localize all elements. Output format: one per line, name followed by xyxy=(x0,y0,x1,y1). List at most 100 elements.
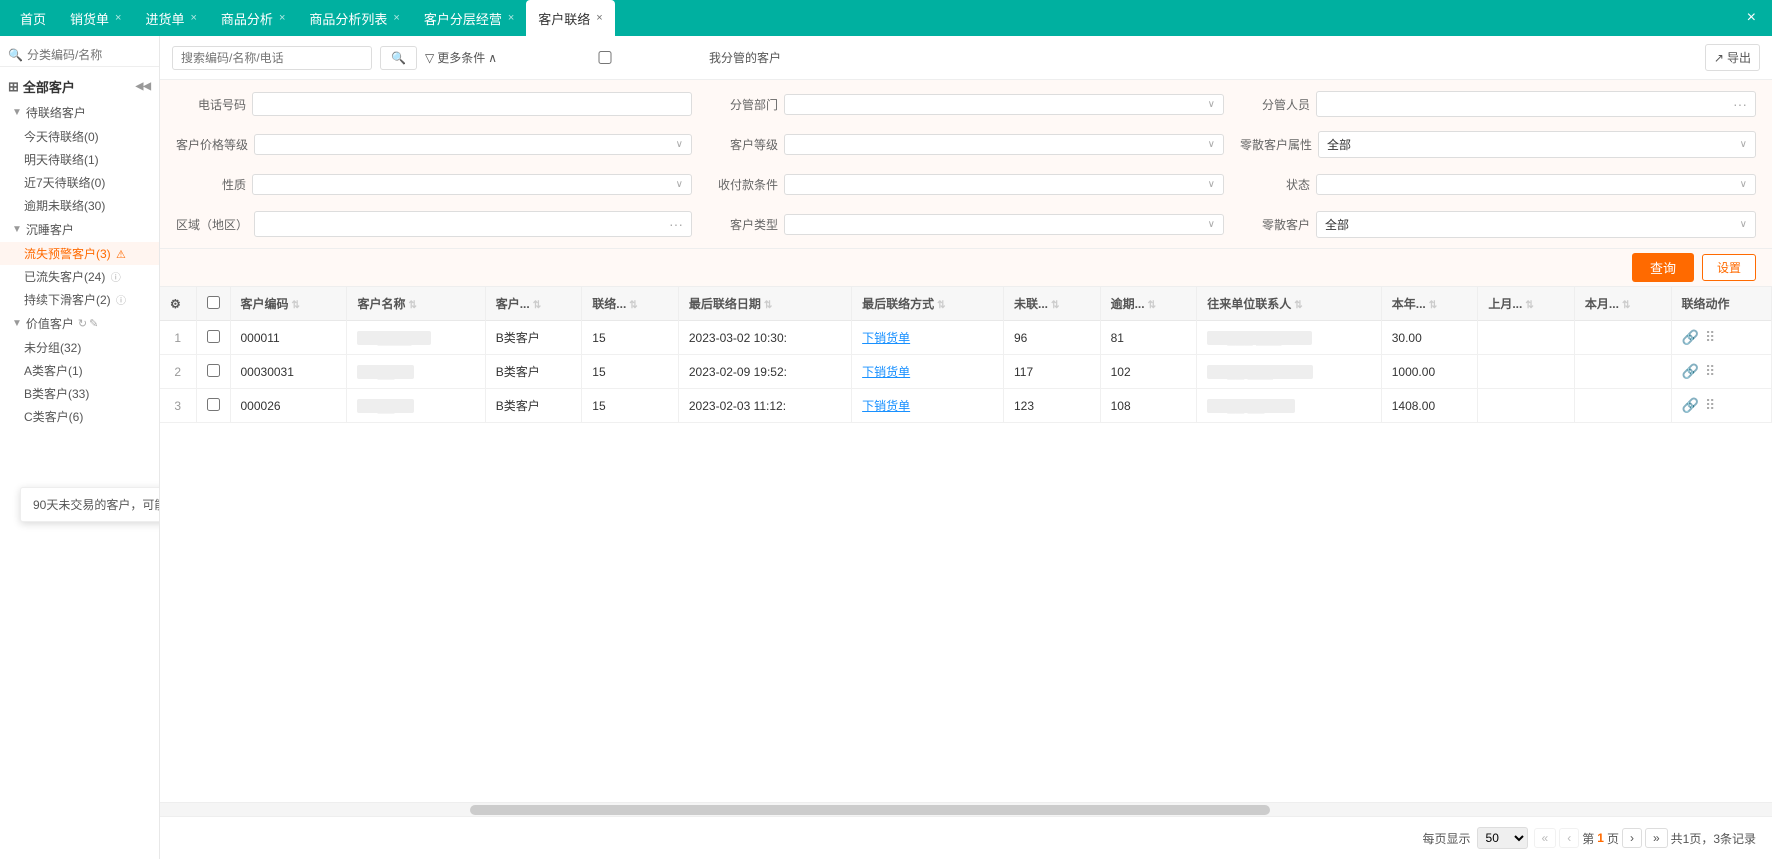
col-name[interactable]: 客户名称⇅ xyxy=(347,287,485,321)
row-last-date: 2023-02-03 11:12: xyxy=(678,389,851,423)
tab-customer-contact[interactable]: 客户联络 × xyxy=(526,0,614,36)
customer-table: ⚙ 客户编码⇅ 客户名称⇅ 客户...⇅ xyxy=(160,287,1772,423)
arrow-icon: ▼ xyxy=(12,224,22,235)
per-page-select[interactable]: 50 100 200 xyxy=(1477,827,1528,849)
link-icon[interactable]: 🔗 xyxy=(1682,363,1699,380)
last-page-btn[interactable]: » xyxy=(1645,828,1668,848)
col-contact-count[interactable]: 联络...⇅ xyxy=(582,287,679,321)
link-icon[interactable]: 🔗 xyxy=(1682,329,1699,346)
grid-icon: ⊞ xyxy=(8,79,19,95)
filter-select-customer-type[interactable]: ∨ xyxy=(784,214,1224,235)
col-this-year[interactable]: 本年...⇅ xyxy=(1381,287,1478,321)
row-checkbox[interactable] xyxy=(196,321,230,355)
filter-select-scattered[interactable]: 全部 ∨ xyxy=(1316,211,1756,238)
sidebar-item-today[interactable]: 今天待联络(0) xyxy=(0,125,159,148)
filter-select-scattered-attr[interactable]: 全部 ∨ xyxy=(1318,131,1756,158)
sidebar-item-unclassified[interactable]: 未分组(32) xyxy=(0,336,159,359)
row-last-method[interactable]: 下销货单 xyxy=(852,355,1004,389)
more-conditions-btn[interactable]: ▽ 更多条件 ∧ xyxy=(425,49,497,66)
edit-icon[interactable]: ✎ xyxy=(89,317,98,330)
tab-customer-tier[interactable]: 客户分层经营 × xyxy=(412,0,526,36)
tab-purchase[interactable]: 进货单 × xyxy=(133,0,208,36)
col-overdue[interactable]: 逾期...⇅ xyxy=(1100,287,1197,321)
filter-select-price-tier[interactable]: ∨ xyxy=(254,134,692,155)
sidebar-item-churned[interactable]: 已流失客户(24) ⓘ xyxy=(0,265,159,288)
sidebar-item-class-c[interactable]: C类客户(6) xyxy=(0,405,159,428)
sidebar-group-dormant[interactable]: ▼ 沉睡客户 xyxy=(0,217,159,242)
sidebar-item-declining[interactable]: 持续下滑客户(2) ⓘ xyxy=(0,288,159,311)
close-icon[interactable]: × xyxy=(190,12,196,24)
export-button[interactable]: ↗ 导出 xyxy=(1705,44,1760,71)
row-checkbox[interactable] xyxy=(196,355,230,389)
tab-analysis[interactable]: 商品分析 × xyxy=(209,0,297,36)
col-partner-contact[interactable]: 往来单位联系人⇅ xyxy=(1197,287,1382,321)
sidebar-search-input[interactable] xyxy=(27,48,151,62)
next-page-btn[interactable]: › xyxy=(1622,828,1642,848)
col-type[interactable]: 客户...⇅ xyxy=(485,287,582,321)
horizontal-scrollbar[interactable] xyxy=(160,802,1772,816)
close-icon[interactable]: × xyxy=(279,12,285,24)
more-icon[interactable]: ⠿ xyxy=(1705,329,1715,346)
sidebar-all-customers[interactable]: ⊞ 全部客户 ◀◀ xyxy=(0,73,159,100)
close-icon[interactable]: × xyxy=(393,12,399,24)
row-partner-contact: ██ ███ 3... xyxy=(1197,355,1382,389)
close-icon[interactable]: × xyxy=(596,12,602,24)
sidebar-group-pending[interactable]: ▼ 待联络客户 xyxy=(0,100,159,125)
col-code[interactable]: 客户编码⇅ xyxy=(230,287,347,321)
dots-icon[interactable]: ··· xyxy=(669,216,683,232)
search-icon: 🔍 xyxy=(8,48,23,62)
sidebar-item-class-b[interactable]: B类客户(33) xyxy=(0,382,159,405)
window-close-icon[interactable]: × xyxy=(1739,9,1764,27)
col-last-method[interactable]: 最后联络方式⇅ xyxy=(852,287,1004,321)
refresh-icon[interactable]: ↻ xyxy=(78,317,87,330)
filter-select-nature[interactable]: ∨ xyxy=(252,174,692,195)
sidebar-item-7days[interactable]: 近7天待联络(0) xyxy=(0,171,159,194)
info-icon: ⓘ xyxy=(116,296,126,307)
link-icon[interactable]: 🔗 xyxy=(1682,397,1699,414)
col-unlink-days[interactable]: 未联...⇅ xyxy=(1004,287,1101,321)
first-page-btn[interactable]: « xyxy=(1534,828,1557,848)
filter-input-phone[interactable] xyxy=(252,92,692,116)
col-settings[interactable]: ⚙ xyxy=(160,287,196,321)
close-icon[interactable]: × xyxy=(508,12,514,24)
tab-sales[interactable]: 销货单 × xyxy=(58,0,133,36)
per-page-label: 每页显示 xyxy=(1423,830,1471,847)
col-checkbox[interactable] xyxy=(196,287,230,321)
col-last-month[interactable]: 上月...⇅ xyxy=(1478,287,1575,321)
col-last-date[interactable]: 最后联络日期⇅ xyxy=(678,287,851,321)
search-button[interactable]: 🔍 xyxy=(380,46,417,70)
my-customers-checkbox[interactable]: 我分管的客户 xyxy=(505,49,781,66)
row-checkbox[interactable] xyxy=(196,389,230,423)
chevron-down-icon: ∨ xyxy=(1208,139,1215,150)
query-button[interactable]: 查询 xyxy=(1632,253,1694,282)
sidebar-item-class-a[interactable]: A类客户(1) xyxy=(0,359,159,382)
settings-button[interactable]: 设置 xyxy=(1702,254,1756,281)
row-name: ██ xyxy=(347,355,485,389)
row-last-method[interactable]: 下销货单 xyxy=(852,321,1004,355)
sidebar-group-value[interactable]: ▼ 价值客户 ↻ ✎ xyxy=(0,311,159,336)
prev-page-btn[interactable]: ‹ xyxy=(1559,828,1579,848)
close-icon[interactable]: × xyxy=(115,12,121,24)
col-this-month[interactable]: 本月...⇅ xyxy=(1574,287,1671,321)
sidebar: 🔍 ⊞ 全部客户 ◀◀ ▼ 待联络客户 今天待联络(0) 明天待联络(1) 近7… xyxy=(0,36,160,859)
filter-icon: ▽ xyxy=(425,51,434,65)
filter-select-payment[interactable]: ∨ xyxy=(784,174,1224,195)
row-last-date: 2023-03-02 10:30: xyxy=(678,321,851,355)
scroll-thumb[interactable] xyxy=(470,805,1270,815)
sidebar-item-churn-warning[interactable]: 流失预警客户(3) ⚠ xyxy=(0,242,159,265)
filter-select-status[interactable]: ∨ xyxy=(1316,174,1756,195)
filter-select-customer-tier[interactable]: ∨ xyxy=(784,134,1224,155)
filter-select-dept[interactable]: ∨ xyxy=(784,94,1224,115)
more-icon[interactable]: ⠿ xyxy=(1705,397,1715,414)
tab-analysis-list[interactable]: 商品分析列表 × xyxy=(297,0,411,36)
tab-home[interactable]: 首页 xyxy=(8,0,58,36)
dots-icon[interactable]: ··· xyxy=(1733,96,1747,112)
content-area: 🔍 ▽ 更多条件 ∧ 我分管的客户 ↗ 导出 电话号码 xyxy=(160,36,1772,859)
row-last-method[interactable]: 下销货单 xyxy=(852,389,1004,423)
filter-row-region: 区域（地区） ··· xyxy=(176,208,692,240)
chevron-down-icon: ∨ xyxy=(1208,219,1215,230)
sidebar-item-tomorrow[interactable]: 明天待联络(1) xyxy=(0,148,159,171)
sidebar-item-overdue[interactable]: 逾期未联络(30) xyxy=(0,194,159,217)
search-input[interactable] xyxy=(172,46,372,70)
more-icon[interactable]: ⠿ xyxy=(1705,363,1715,380)
